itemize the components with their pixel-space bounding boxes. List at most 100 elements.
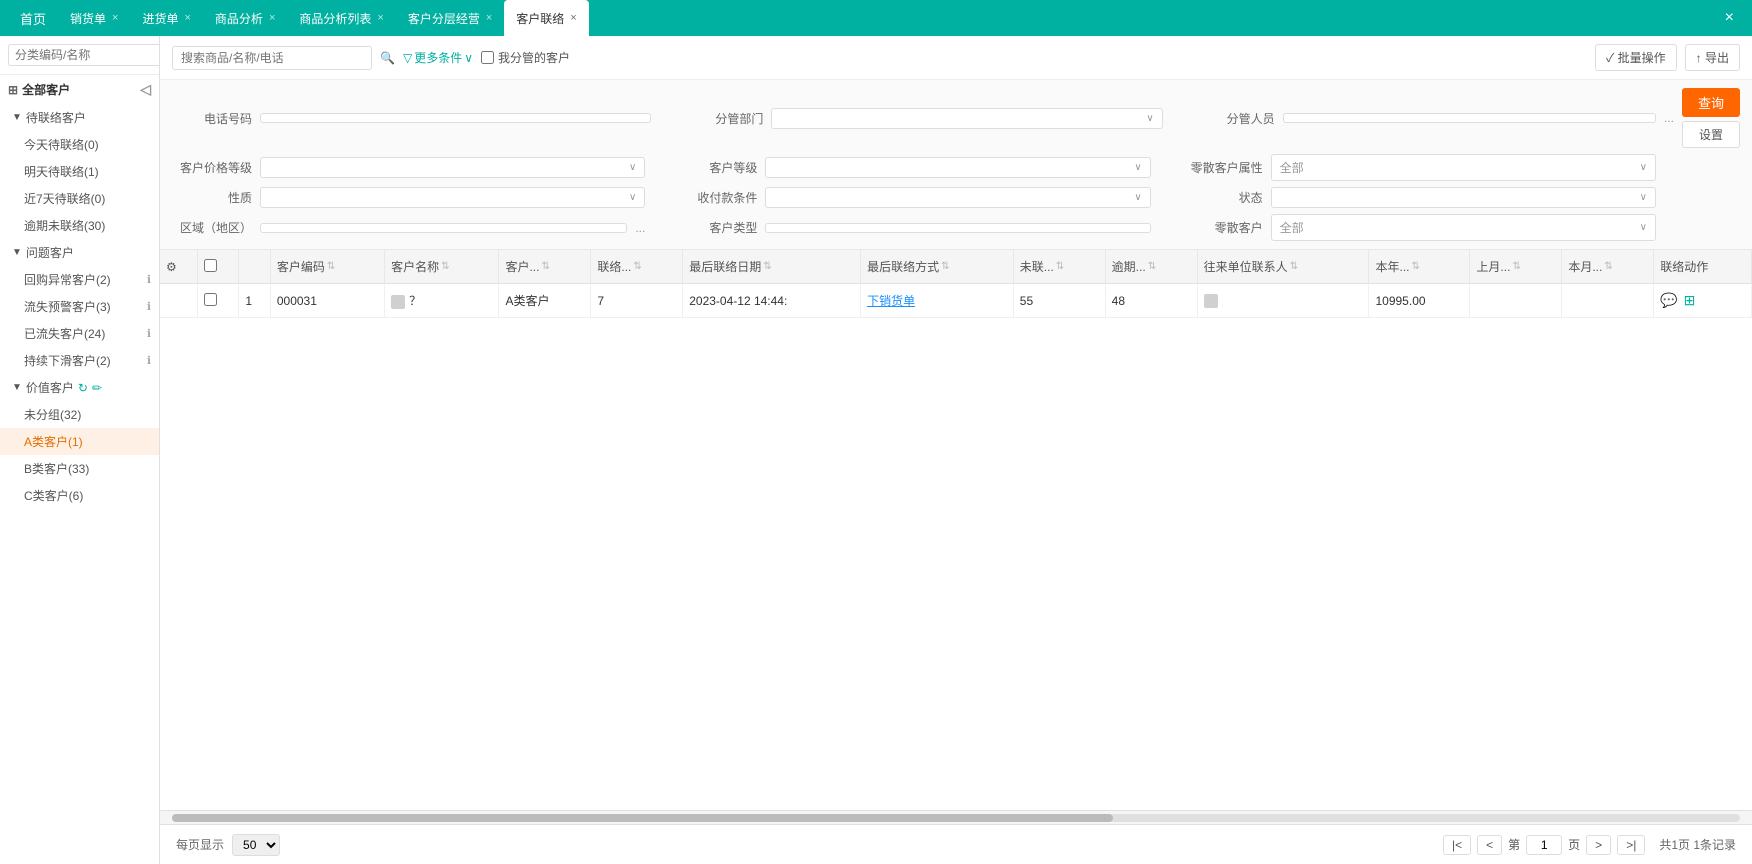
nav-tab-product-analysis[interactable]: 商品分析 × — [203, 0, 287, 36]
customer-type-input[interactable] — [765, 223, 1150, 233]
sidebar-collapse-button[interactable]: ◁ — [140, 81, 151, 98]
close-purchaseorder-tab[interactable]: × — [184, 12, 190, 24]
th-code[interactable]: 客户编码⇅ — [270, 250, 384, 284]
sidebar-item-b-class[interactable]: B类客户(33) — [0, 455, 159, 482]
refresh-value-group[interactable]: ↻ — [78, 381, 88, 395]
page-size-select[interactable]: 50 — [232, 834, 280, 856]
th-name[interactable]: 客户名称⇅ — [385, 250, 499, 284]
close-all-button[interactable]: × — [1715, 9, 1744, 27]
td-last-method[interactable]: 下销货单 — [861, 284, 1014, 318]
chat-action-button[interactable]: 💬 — [1660, 292, 1677, 309]
region-input[interactable] — [260, 223, 627, 233]
customer-level-select[interactable]: ∨ — [765, 157, 1150, 178]
td-checkbox[interactable] — [197, 284, 239, 318]
query-button[interactable]: 查询 — [1682, 88, 1740, 117]
qr-action-button[interactable]: ⊞ — [1684, 292, 1696, 309]
nav-tab-customer-segment[interactable]: 客户分层经营 × — [396, 0, 504, 36]
settings-icon[interactable]: ⚙ — [166, 260, 177, 274]
more-options-icon[interactable]: ... — [1664, 111, 1674, 125]
sidebar-item-repurchase-abnormal[interactable]: 回购异常客户(2) ℹ — [0, 266, 159, 293]
nav-tab-customer-contact[interactable]: 客户联络 × — [504, 0, 588, 36]
person-label: 分管人员 — [1195, 110, 1275, 127]
chevron-down-icon: ∨ — [629, 162, 636, 173]
search-icon[interactable]: 🔍 — [380, 51, 395, 65]
sidebar-item-churned[interactable]: 已流失客户(24) ℹ — [0, 320, 159, 347]
sidebar-item-ungrouped[interactable]: 未分组(32) — [0, 401, 159, 428]
row-checkbox[interactable] — [204, 293, 217, 306]
page-size-label: 每页显示 — [176, 836, 224, 853]
person-input[interactable] — [1283, 113, 1656, 123]
close-customer-segment-tab[interactable]: × — [486, 12, 492, 24]
close-salesorder-tab[interactable]: × — [112, 12, 118, 24]
phone-label: 电话号码 — [172, 110, 252, 127]
th-checkbox[interactable] — [197, 250, 239, 284]
my-customers-checkbox-label[interactable]: 我分管的客户 — [481, 49, 570, 66]
export-button[interactable]: ↑ 导出 — [1685, 44, 1740, 71]
all-customers-header[interactable]: ⊞ 全部客户 ◁ — [0, 75, 159, 104]
dept-select[interactable]: ∨ — [771, 108, 1162, 129]
status-select[interactable]: ∨ — [1271, 187, 1656, 208]
filter-field-region: 区域（地区） ... — [172, 219, 645, 236]
select-all-checkbox[interactable] — [204, 259, 217, 272]
my-customers-checkbox[interactable] — [481, 51, 494, 64]
th-type[interactable]: 客户...⇅ — [499, 250, 591, 284]
filter-right-buttons: ✓ 批量操作 ↑ 导出 — [1595, 44, 1740, 71]
search-input[interactable] — [172, 46, 372, 70]
sidebar-item-c-class[interactable]: C类客户(6) — [0, 482, 159, 509]
sidebar-group-pending[interactable]: ▼ 待联络客户 — [0, 104, 159, 131]
phone-input[interactable] — [260, 113, 651, 123]
sidebar-item-churn-warning[interactable]: 流失预警客户(3) ℹ — [0, 293, 159, 320]
close-product-analysis-tab[interactable]: × — [269, 12, 275, 24]
th-last-date[interactable]: 最后联络日期⇅ — [683, 250, 861, 284]
edit-value-group[interactable]: ✏ — [92, 381, 102, 395]
retail-attr-select[interactable]: 全部 ∨ — [1271, 154, 1656, 181]
close-customer-contact-tab[interactable]: × — [570, 12, 576, 24]
th-settings[interactable]: ⚙ — [160, 250, 197, 284]
nav-tab-salesorder[interactable]: 销货单 × — [58, 0, 130, 36]
nav-home[interactable]: 首页 — [8, 0, 58, 36]
sidebar-item-a-class[interactable]: A类客户(1) — [0, 428, 159, 455]
retail-customer-select[interactable]: 全部 ∨ — [1271, 214, 1656, 241]
sidebar-group-value[interactable]: ▼ 价值客户 ↻ ✏ — [0, 374, 159, 401]
th-overdue[interactable]: 逾期...⇅ — [1105, 250, 1197, 284]
nav-tab-product-analysis-list[interactable]: 商品分析列表 × — [287, 0, 395, 36]
th-last-method[interactable]: 最后联络方式⇅ — [861, 250, 1014, 284]
region-more-icon[interactable]: ... — [635, 221, 645, 235]
nature-select[interactable]: ∨ — [260, 187, 645, 208]
batch-operation-button[interactable]: ✓ 批量操作 — [1595, 44, 1677, 71]
th-company-contact[interactable]: 往来单位联系人⇅ — [1197, 250, 1369, 284]
first-page-button[interactable]: |< — [1443, 835, 1471, 855]
close-product-analysis-list-tab[interactable]: × — [377, 12, 383, 24]
table-header-row: ⚙ 客户编码⇅ 客户名称⇅ 客户...⇅ — [160, 250, 1752, 284]
sidebar-item-tomorrow-contact[interactable]: 明天待联络(1) — [0, 158, 159, 185]
page-number-input[interactable] — [1526, 835, 1562, 855]
settings-button[interactable]: 设置 — [1682, 121, 1740, 148]
more-conditions-button[interactable]: ▽ 更多条件 ∨ — [403, 49, 473, 66]
filter-bar: 🔍 ▽ 更多条件 ∨ 我分管的客户 ✓ 批量操作 ↑ 导出 — [160, 36, 1752, 80]
payment-select[interactable]: ∨ — [765, 187, 1150, 208]
next-page-button[interactable]: > — [1586, 835, 1611, 855]
sidebar-item-declining[interactable]: 持续下滑客户(2) ℹ — [0, 347, 159, 374]
td-this-month — [1562, 284, 1654, 318]
td-last-month — [1470, 284, 1562, 318]
th-this-year[interactable]: 本年...⇅ — [1369, 250, 1470, 284]
sidebar-item-7day-contact[interactable]: 近7天待联络(0) — [0, 185, 159, 212]
filter-field-nature: 性质 ∨ — [172, 187, 645, 208]
sidebar-group-problem[interactable]: ▼ 问题客户 — [0, 239, 159, 266]
filter-icon: ▽ — [403, 51, 412, 65]
sidebar-item-today-contact[interactable]: 今天待联络(0) — [0, 131, 159, 158]
retail-attr-label: 零散客户属性 — [1183, 159, 1263, 176]
last-page-button[interactable]: >| — [1617, 835, 1645, 855]
th-no-contact[interactable]: 未联...⇅ — [1013, 250, 1105, 284]
nav-tab-purchaseorder[interactable]: 进货单 × — [130, 0, 202, 36]
category-search-input[interactable] — [8, 44, 160, 66]
th-this-month[interactable]: 本月...⇅ — [1562, 250, 1654, 284]
prev-page-button[interactable]: < — [1477, 835, 1502, 855]
th-last-month[interactable]: 上月...⇅ — [1470, 250, 1562, 284]
price-level-select[interactable]: ∨ — [260, 157, 645, 178]
region-label: 区域（地区） — [172, 219, 252, 236]
sidebar-item-overdue-contact[interactable]: 逾期未联络(30) — [0, 212, 159, 239]
th-contact[interactable]: 联络...⇅ — [591, 250, 683, 284]
horizontal-scrollbar[interactable] — [160, 810, 1752, 824]
scrollbar-thumb[interactable] — [172, 814, 1113, 822]
